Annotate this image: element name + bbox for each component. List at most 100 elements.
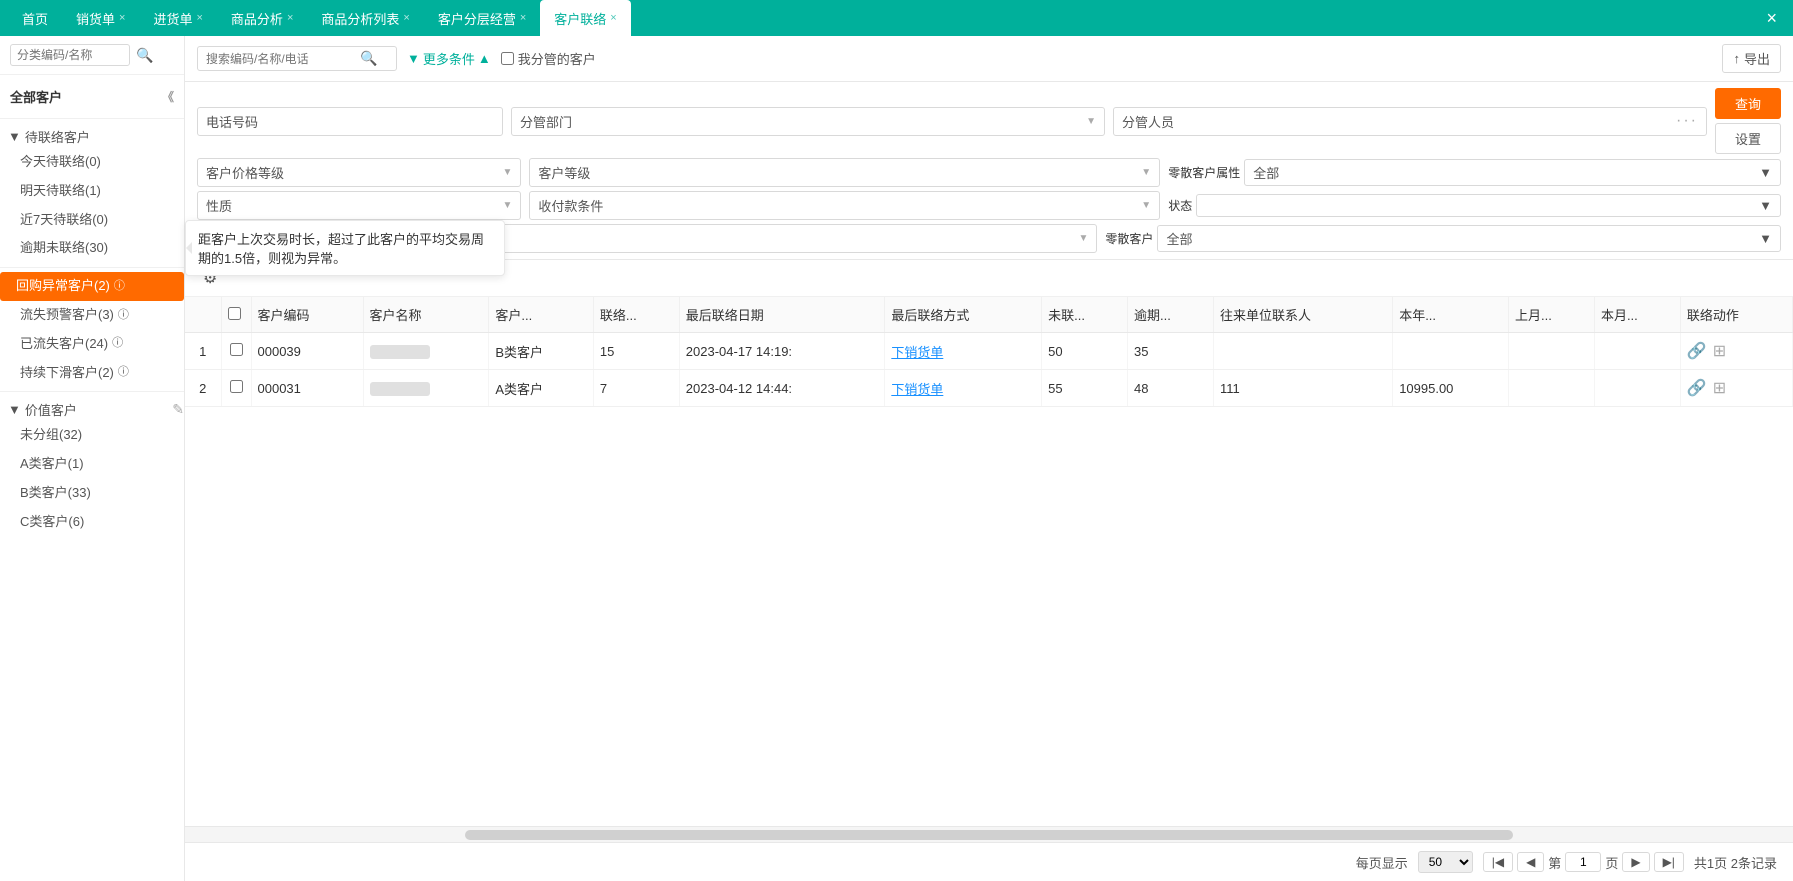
sidebar-item-7days[interactable]: 近7天待联络(0) [0, 206, 184, 235]
page-number-input[interactable] [1565, 852, 1601, 872]
filter-icon: ▼ [407, 51, 420, 66]
col-last-contact-method: 最后联络方式 [885, 297, 1042, 333]
more-dots-person[interactable]: ··· [1676, 112, 1698, 130]
page-next-button[interactable]: ▶ [1622, 852, 1649, 872]
sidebar-search-input[interactable] [10, 44, 130, 66]
cust-level-field[interactable]: 客户等级 ▼ [529, 158, 1160, 187]
page-first-button[interactable]: |◀ [1483, 852, 1513, 872]
retail-customer-area: 零散客户 全部 ▼ [1105, 225, 1781, 252]
row-checkbox-2[interactable] [230, 380, 243, 393]
row-check-2[interactable] [221, 370, 251, 407]
search-icon[interactable]: 🔍 [360, 50, 377, 67]
filter-search-input[interactable] [206, 52, 356, 66]
person-field[interactable]: 分管人员 ··· [1113, 107, 1707, 136]
phone-field[interactable]: 电话号码 [197, 107, 503, 136]
sidebar-item-continuous-down[interactable]: 持续下滑客户(2) ⓘ [0, 359, 184, 388]
row-name-1 [363, 333, 489, 370]
sidebar-item-lost-pre[interactable]: 流失预警客户(3) ⓘ [0, 301, 184, 330]
col-contact-action: 联络动作 [1680, 297, 1792, 333]
price-level-field[interactable]: 客户价格等级 ▼ [197, 158, 521, 187]
nav-close-customer-layer[interactable]: × [520, 12, 526, 24]
page-last-button[interactable]: ▶| [1654, 852, 1684, 872]
lost-pre-info-icon: ⓘ [118, 307, 129, 325]
contact-icon-2[interactable]: 🔗 [1687, 378, 1707, 398]
nav-tab-purchase[interactable]: 进货单 × [139, 0, 216, 36]
nav-tab-sales[interactable]: 销货单 × [62, 0, 139, 36]
sidebar-item-tomorrow[interactable]: 明天待联络(1) [0, 177, 184, 206]
nav-tab-home[interactable]: 首页 [8, 0, 62, 36]
filter-more-conditions[interactable]: ▼ 更多条件 ▲ [407, 49, 491, 68]
adv-filter-row-3: 性质 ▼ 收付款条件 ▼ 状态 ▼ [197, 191, 1781, 220]
col-unit-contacts: 往来单位联系人 [1213, 297, 1392, 333]
data-table: 客户编码 客户名称 客户... 联络... 最后联络日期 最后联络方式 未联..… [185, 297, 1793, 407]
row-this-year-2: 10995.00 [1393, 370, 1509, 407]
sidebar-item-overdue[interactable]: 逾期未联络(30) [0, 234, 184, 263]
already-lost-info-icon: ⓘ [112, 335, 123, 353]
payment-field[interactable]: 收付款条件 ▼ [529, 191, 1160, 220]
row-overdue-1: 35 [1128, 333, 1214, 370]
dept-field[interactable]: 分管部门 ▼ [511, 107, 1105, 136]
col-customer-class: 客户... [489, 297, 594, 333]
sidebar-item-already-lost[interactable]: 已流失客户(24) ⓘ [0, 330, 184, 359]
retail-customer-select[interactable]: 全部 ▼ [1157, 225, 1781, 252]
nav-tab-product-list[interactable]: 商品分析列表 × [307, 0, 423, 36]
status-select[interactable]: ▼ [1196, 194, 1781, 217]
cust-type-field[interactable]: 客户类型 ▼ [404, 224, 1098, 253]
sidebar-item-ungrouped[interactable]: 未分组(32) [0, 421, 184, 450]
select-all-checkbox[interactable] [228, 307, 241, 320]
query-button[interactable]: 查询 [1715, 88, 1781, 119]
nav-close-customer-contact[interactable]: × [610, 12, 616, 24]
row-this-month-2 [1594, 370, 1680, 407]
per-page-select[interactable]: 50 20 100 [1418, 851, 1473, 873]
adv-filter-row-2: 客户价格等级 ▼ 客户等级 ▼ 零散客户属性 全部 ▼ [197, 158, 1781, 187]
my-customer-filter[interactable]: 我分管的客户 [501, 49, 596, 68]
adv-filter-row-1: 电话号码 分管部门 ▼ 分管人员 ··· 查询 设置 [197, 88, 1781, 154]
price-caret: ▼ [503, 167, 513, 178]
col-num [185, 297, 221, 333]
nav-close-product[interactable]: × [287, 12, 293, 24]
more-icon-2[interactable]: ⊞ [1713, 378, 1726, 398]
scrollbar-thumb[interactable] [465, 830, 1513, 840]
filter-search-box[interactable]: 🔍 [197, 46, 397, 71]
sidebar-item-repurchase-abnormal[interactable]: 回购异常客户(2) ⓘ [0, 272, 184, 301]
col-contact-count: 联络... [593, 297, 679, 333]
nav-tab-customer-layer[interactable]: 客户分层经营 × [424, 0, 540, 36]
horizontal-scrollbar[interactable] [185, 826, 1793, 842]
my-customer-checkbox[interactable] [501, 52, 514, 65]
retail-attr-select[interactable]: 全部 ▼ [1244, 159, 1781, 186]
row-check-1[interactable] [221, 333, 251, 370]
sidebar-item-b-class[interactable]: B类客户(33) [0, 479, 184, 508]
edit-icon[interactable]: ✎ [172, 401, 184, 418]
sidebar-item-c-class[interactable]: C类客户(6) [0, 508, 184, 537]
export-button[interactable]: ↑ 导出 [1722, 44, 1781, 73]
contact-icon-1[interactable]: 🔗 [1687, 341, 1707, 361]
value-customers-group[interactable]: ▼ 价值客户 ✎ [0, 396, 184, 421]
row-last-method-1[interactable]: 下销货单 [885, 333, 1042, 370]
dept-caret: ▼ [1086, 116, 1096, 127]
table-header-row: 客户编码 客户名称 客户... 联络... 最后联络日期 最后联络方式 未联..… [185, 297, 1793, 333]
sidebar-search-icon[interactable]: 🔍 [136, 47, 153, 64]
gender-field[interactable]: 性质 ▼ [197, 191, 521, 220]
window-close-button[interactable]: × [1758, 8, 1785, 29]
sidebar-item-a-class[interactable]: A类客户(1) [0, 450, 184, 479]
row-contact-count-2: 7 [593, 370, 679, 407]
row-last-month-2 [1509, 370, 1595, 407]
all-customers-header[interactable]: 全部客户 《 [10, 83, 174, 110]
row-last-method-2[interactable]: 下销货单 [885, 370, 1042, 407]
content-area: 🔍 ▼ 更多条件 ▲ 我分管的客户 ↑ 导出 电话号码 [185, 36, 1793, 881]
row-action-icons-1: 🔗 ⊞ [1687, 341, 1786, 361]
nav-close-purchase[interactable]: × [196, 12, 202, 24]
nav-close-sales[interactable]: × [119, 12, 125, 24]
settings-button[interactable]: 设置 [1715, 123, 1781, 154]
filter-bar: 🔍 ▼ 更多条件 ▲ 我分管的客户 ↑ 导出 [185, 36, 1793, 82]
page-prev-button[interactable]: ◀ [1517, 852, 1544, 872]
pending-contact-group[interactable]: ▼ 待联络客户 [0, 123, 184, 148]
more-icon-1[interactable]: ⊞ [1713, 341, 1726, 361]
sidebar-item-today[interactable]: 今天待联络(0) [0, 148, 184, 177]
row-checkbox-1[interactable] [230, 343, 243, 356]
nav-tab-customer-contact[interactable]: 客户联络 × [540, 0, 630, 36]
row-class-1: B类客户 [489, 333, 594, 370]
nav-close-product-list[interactable]: × [403, 12, 409, 24]
table-footer: 每页显示 50 20 100 |◀ ◀ 第 页 ▶ ▶| 共1页 2条记录 [185, 842, 1793, 881]
nav-tab-product-analysis[interactable]: 商品分析 × [217, 0, 307, 36]
